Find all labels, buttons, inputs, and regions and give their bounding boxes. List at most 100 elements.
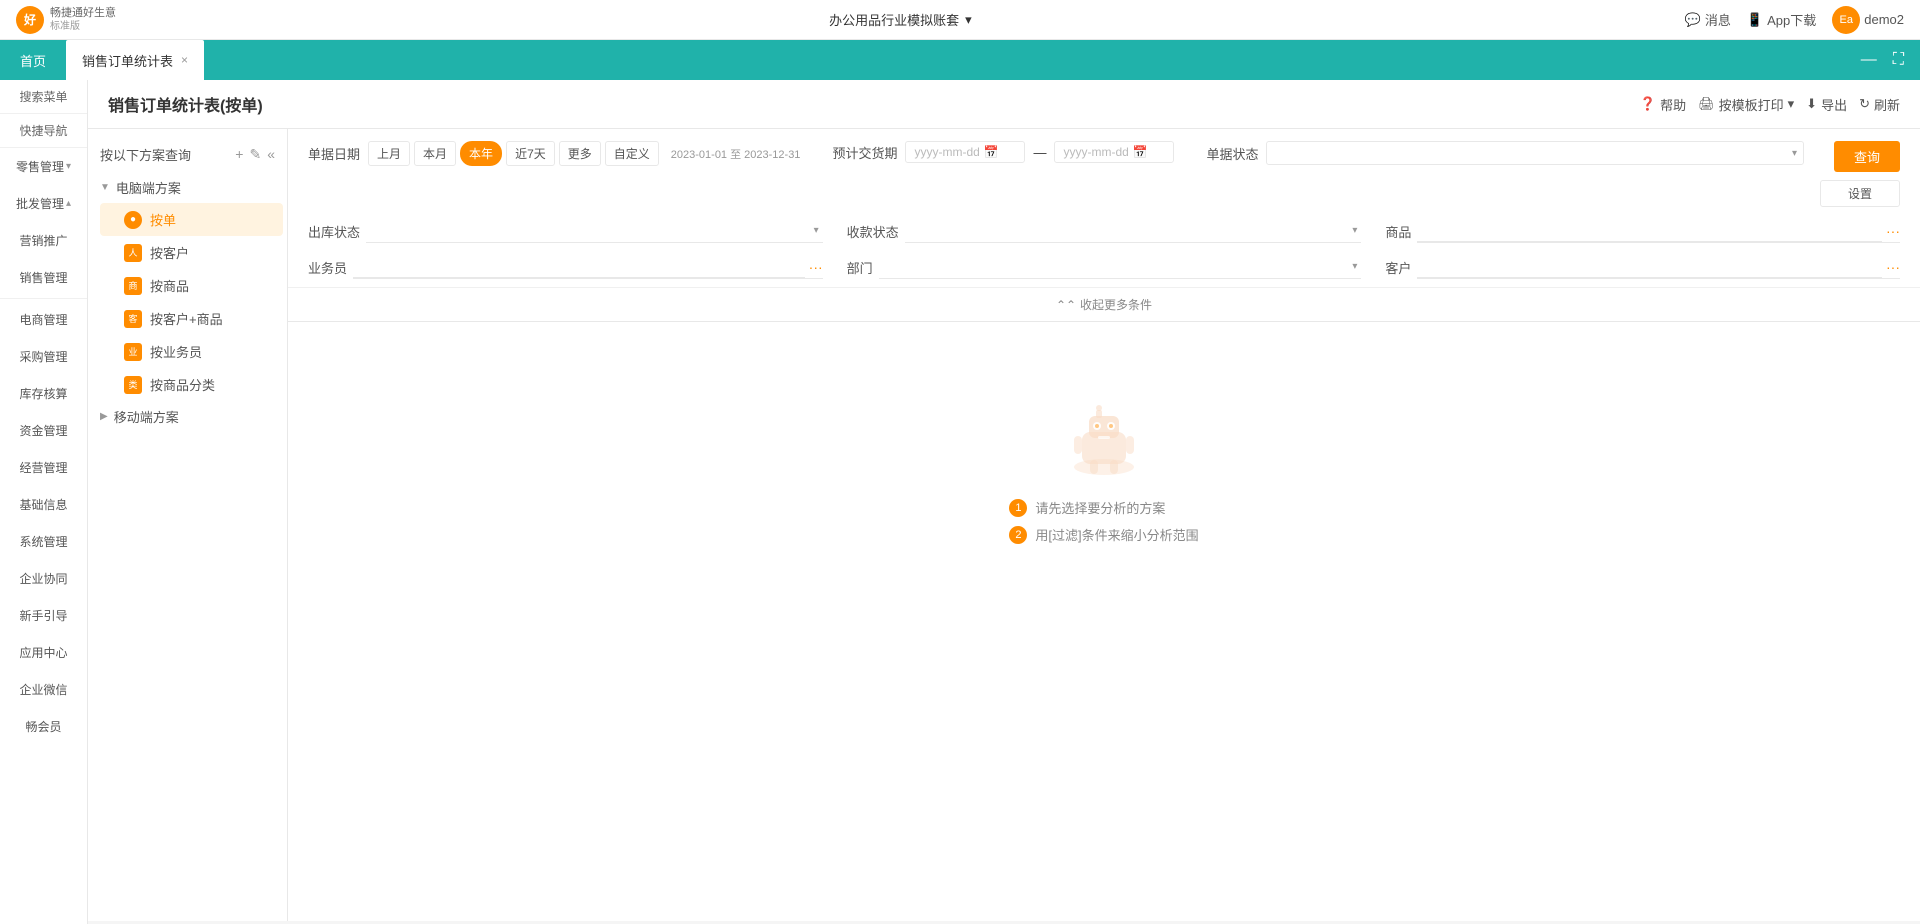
pc-group-arrow: ▼ — [100, 182, 110, 193]
print-btn[interactable]: 🖨 按模板打印 ▾ — [1698, 95, 1794, 114]
industry-selector[interactable]: 办公用品行业模拟账套 ▾ — [829, 10, 972, 29]
solution-item-by-category[interactable]: 类 按商品分类 — [100, 368, 283, 401]
hint-num-2: 2 — [1009, 526, 1027, 544]
settings-button[interactable]: 设置 — [1820, 180, 1900, 207]
sidebar-item-finance[interactable]: 资金管理 — [0, 412, 87, 449]
logo-area: 好 畅捷通好生意 标准版 — [16, 6, 116, 34]
solution-label-order: 按单 — [150, 210, 176, 229]
export-icon: ⬇ — [1806, 96, 1817, 112]
sidebar-item-purchase[interactable]: 采购管理 — [0, 338, 87, 375]
sidebar-label-purchase: 采购管理 — [19, 348, 67, 365]
sidebar-item-sales[interactable]: 销售管理 — [0, 259, 87, 296]
user-profile[interactable]: Ea demo2 — [1832, 6, 1904, 34]
predicted-date-start[interactable]: yyyy-mm-dd 📅 — [905, 141, 1025, 163]
chevron-down-icon: ▾ — [66, 161, 71, 172]
solution-icon-goods: 商 — [124, 277, 142, 295]
date-btn-custom[interactable]: 自定义 — [605, 141, 659, 166]
top-bar-right: 💬 消息 📱 App下载 Ea demo2 — [1685, 6, 1904, 34]
export-btn[interactable]: ⬇ 导出 — [1806, 95, 1847, 114]
status-select[interactable]: 待审核 已审核 已完成 — [1267, 142, 1803, 164]
solution-item-by-customer[interactable]: 人 按客户 — [100, 236, 283, 269]
collapse-row[interactable]: ⌃⌃ 收起更多条件 — [288, 287, 1920, 321]
dept-block: 部门 ▾ — [847, 256, 1362, 279]
sidebar-item-apps[interactable]: 应用中心 — [0, 634, 87, 671]
salesperson-input-container: ··· — [353, 255, 823, 279]
status-label: 单据状态 — [1206, 144, 1258, 163]
sidebar-item-member[interactable]: 畅会员 — [0, 708, 87, 745]
app-name: 畅捷通好生意 — [50, 6, 116, 20]
empty-hint-2: 2 用[过滤]条件来缩小分析范围 — [1009, 525, 1198, 544]
date-btn-last-month[interactable]: 上月 — [368, 141, 410, 166]
empty-hint-1: 1 请先选择要分析的方案 — [1009, 498, 1198, 517]
help-label: 帮助 — [1660, 95, 1686, 114]
add-solution-icon[interactable]: + — [235, 146, 243, 163]
out-status-select[interactable]: 已出库 未出库 — [366, 220, 823, 242]
minimize-icon[interactable]: — — [1857, 47, 1881, 73]
app-download-btn[interactable]: 📱 App下载 — [1747, 10, 1816, 29]
customer-input[interactable] — [1417, 255, 1882, 278]
predicted-date-label: 预计交货期 — [832, 143, 897, 162]
main-layout: 搜索菜单 快捷导航 零售管理 ▾ 批发管理 ▴ 营销推广 销售管理 电商管理 采… — [0, 80, 1920, 924]
sidebar-item-wechat[interactable]: 企业微信 — [0, 671, 87, 708]
refresh-btn[interactable]: ↻ 刷新 — [1859, 95, 1900, 114]
print-icon: 🖨 — [1698, 96, 1715, 112]
edit-solution-icon[interactable]: ✎ — [249, 146, 261, 163]
payment-status-select[interactable]: 已收款 未收款 — [905, 220, 1362, 242]
solution-item-by-order[interactable]: ● 按单 — [100, 203, 283, 236]
sidebar-item-marketing[interactable]: 营销推广 — [0, 222, 87, 259]
sidebar-item-retail[interactable]: 零售管理 ▾ — [0, 148, 87, 185]
salesperson-input[interactable] — [353, 255, 805, 278]
customer-more-icon[interactable]: ··· — [1886, 259, 1900, 275]
payment-status-label: 收款状态 — [847, 222, 899, 241]
help-btn[interactable]: ❓ 帮助 — [1640, 95, 1686, 114]
date-btn-this-month[interactable]: 本月 — [414, 141, 456, 166]
sidebar-label-finance: 资金管理 — [19, 422, 67, 439]
goods-label: 商品 — [1385, 222, 1411, 241]
sidebar-search[interactable]: 搜索菜单 — [0, 80, 87, 114]
solution-icon-category: 类 — [124, 376, 142, 394]
sidebar-item-system[interactable]: 系统管理 — [0, 523, 87, 560]
pc-group-header[interactable]: ▼ 电脑端方案 — [88, 172, 287, 203]
sidebar-item-ecommerce[interactable]: 电商管理 — [0, 301, 87, 338]
chevron-up-icon: ▴ — [66, 198, 71, 209]
out-status-chevron-icon: ▾ — [814, 225, 819, 236]
tab-home[interactable]: 首页 — [0, 40, 66, 80]
date-btn-7days[interactable]: 近7天 — [506, 141, 555, 166]
sidebar-label-apps: 应用中心 — [19, 644, 67, 661]
goods-more-icon[interactable]: ··· — [1886, 223, 1900, 239]
tab-active[interactable]: 销售订单统计表 × — [66, 40, 204, 80]
calendar-end-icon: 📅 — [1133, 145, 1148, 159]
date-btn-more[interactable]: 更多 — [559, 141, 601, 166]
message-btn[interactable]: 💬 消息 — [1685, 10, 1731, 29]
sidebar-item-operation[interactable]: 经营管理 — [0, 449, 87, 486]
tab-close-icon[interactable]: × — [181, 53, 188, 67]
customer-block: 客户 ··· — [1385, 255, 1900, 279]
sidebar-item-wholesale[interactable]: 批发管理 ▴ — [0, 185, 87, 222]
mobile-solution-group: ▶ 移动端方案 — [88, 401, 287, 432]
sidebar-label-member: 畅会员 — [25, 718, 61, 735]
top-bar: 好 畅捷通好生意 标准版 办公用品行业模拟账套 ▾ 💬 消息 📱 App下载 E… — [0, 0, 1920, 40]
solution-item-by-customer-goods[interactable]: 客 按客户+商品 — [100, 302, 283, 335]
collapse-panel-icon[interactable]: « — [267, 146, 275, 163]
dept-select[interactable] — [879, 256, 1362, 278]
sidebar-item-newbie[interactable]: 新手引导 — [0, 597, 87, 634]
hint-text-1: 请先选择要分析的方案 — [1035, 498, 1165, 517]
query-button[interactable]: 查询 — [1834, 141, 1900, 172]
goods-input[interactable] — [1417, 219, 1882, 242]
sidebar-item-inventory[interactable]: 库存核算 — [0, 375, 87, 412]
mobile-group-header[interactable]: ▶ 移动端方案 — [88, 401, 287, 432]
salesperson-more-icon[interactable]: ··· — [809, 259, 823, 275]
hint-num-1: 1 — [1009, 499, 1027, 517]
print-label: 按模板打印 — [1719, 95, 1784, 114]
predicted-date-end[interactable]: yyyy-mm-dd 📅 — [1054, 141, 1174, 163]
payment-status-block: 收款状态 已收款 未收款 ▾ — [847, 220, 1362, 243]
left-panel-icons: + ✎ « — [235, 146, 275, 163]
sidebar-quick[interactable]: 快捷导航 — [0, 114, 87, 148]
maximize-icon[interactable]: ⛶ — [1889, 47, 1908, 73]
solution-item-by-goods[interactable]: 商 按商品 — [100, 269, 283, 302]
sidebar-item-enterprise[interactable]: 企业协同 — [0, 560, 87, 597]
date-btn-this-year[interactable]: 本年 — [460, 141, 502, 166]
solution-item-by-salesperson[interactable]: 业 按业务员 — [100, 335, 283, 368]
sidebar-item-basic[interactable]: 基础信息 — [0, 486, 87, 523]
left-panel-title: 按以下方案查询 — [100, 145, 191, 164]
